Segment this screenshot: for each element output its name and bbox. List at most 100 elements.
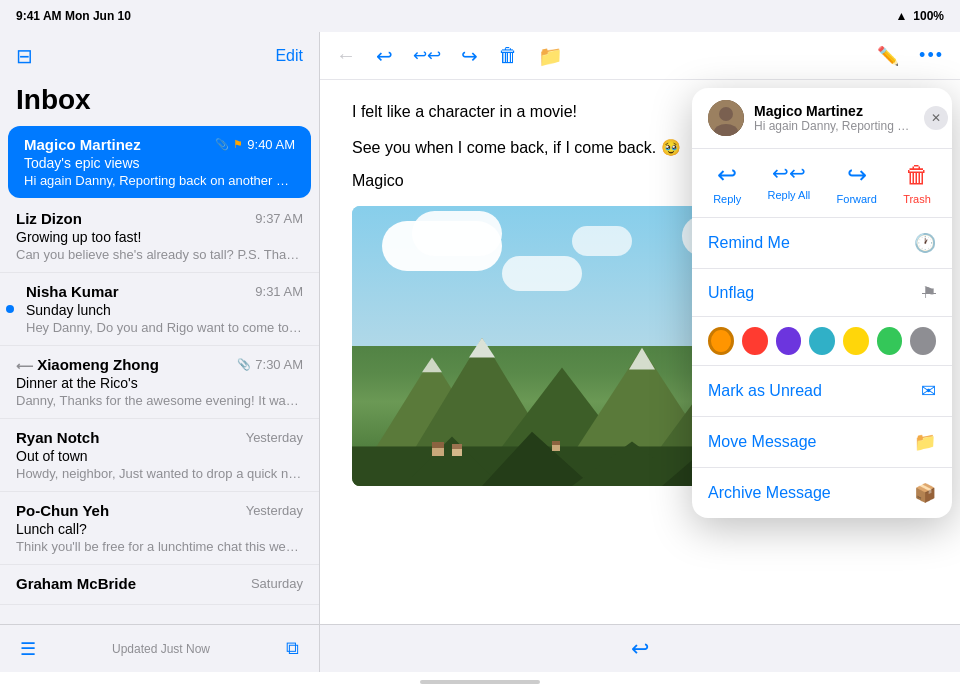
email-time: 9:37 AM	[255, 211, 303, 226]
reply-all-icon[interactable]: ↩↩	[413, 45, 441, 66]
status-time: 9:41 AM Mon Jun 10	[16, 9, 131, 23]
reply-button-label: Reply	[713, 193, 741, 205]
email-preview: Think you'll be free for a lunchtime cha…	[16, 539, 303, 554]
email-time: Saturday	[251, 576, 303, 591]
context-menu: Magico Martinez Hi again Danny, Reportin…	[692, 88, 952, 518]
reply-button[interactable]: ↩ Reply	[713, 161, 741, 205]
svg-marker-13	[629, 348, 655, 370]
svg-point-15	[719, 107, 733, 121]
archive-icon: 📦	[914, 482, 936, 504]
sidebar-toggle-button[interactable]: ⊟	[16, 44, 33, 68]
email-preview: Can you believe she's already so tall? P…	[16, 247, 303, 262]
email-preview: Howdy, neighbor, Just wanted to drop a q…	[16, 466, 303, 481]
attachment-icon: 📎	[215, 138, 229, 151]
forward-button-label: Forward	[837, 193, 877, 205]
home-bar	[420, 680, 540, 684]
compose-icon[interactable]: ✏️	[877, 45, 899, 67]
avatar	[708, 100, 744, 136]
color-orange[interactable]	[708, 327, 734, 355]
remind-me-item[interactable]: Remind Me 🕐	[692, 218, 952, 269]
svg-marker-12	[469, 338, 495, 358]
email-meta: 9:31 AM	[255, 284, 303, 299]
color-red[interactable]	[742, 327, 768, 355]
sidebar-footer: ☰ Updated Just Now ⧉	[0, 624, 319, 672]
email-list: Magico Martinez 📎 ⚑ 9:40 AM Today's epic…	[0, 124, 319, 624]
status-bar: 9:41 AM Mon Jun 10 ▲ 100%	[0, 0, 960, 32]
envelope-icon: ✉	[921, 380, 936, 402]
inbox-title: Inbox	[0, 80, 319, 124]
unflag-icon: ⚑	[922, 283, 936, 302]
email-sender: Po-Chun Yeh	[16, 502, 109, 519]
archive-message-label: Archive Message	[708, 484, 831, 502]
toolbar-right: ✏️ •••	[877, 45, 944, 67]
color-yellow[interactable]	[843, 327, 869, 355]
email-sender: Liz Dizon	[16, 210, 82, 227]
email-sender: Magico Martinez	[24, 136, 141, 153]
trash-icon[interactable]: 🗑	[498, 44, 518, 67]
email-sender: Ryan Notch	[16, 429, 99, 446]
archive-message-item[interactable]: Archive Message 📦	[692, 468, 952, 518]
context-menu-close-button[interactable]: ✕	[924, 106, 948, 130]
email-time: Yesterday	[246, 503, 303, 518]
email-time: 9:40 AM	[247, 137, 295, 152]
color-gray[interactable]	[910, 327, 936, 355]
trash-button-label: Trash	[903, 193, 931, 205]
mark-unread-item[interactable]: Mark as Unread ✉	[692, 366, 952, 417]
clock-icon: 🕐	[914, 232, 936, 254]
unflag-item[interactable]: Unflag ⚑	[692, 269, 952, 317]
action-buttons-row: ↩ Reply ↩↩ Reply All ↪ Forward 🗑 Trash	[692, 149, 952, 218]
email-meta: 9:37 AM	[255, 211, 303, 226]
trash-button[interactable]: 🗑 Trash	[903, 161, 931, 205]
email-preview: Hey Danny, Do you and Rigo want to come …	[16, 320, 303, 335]
remind-me-label: Remind Me	[708, 234, 790, 252]
home-indicator	[0, 672, 960, 692]
reply-all-button-label: Reply All	[768, 189, 811, 201]
email-item[interactable]: Nisha Kumar 9:31 AM Sunday lunch Hey Dan…	[0, 273, 319, 346]
email-item[interactable]: Ryan Notch Yesterday Out of town Howdy, …	[0, 419, 319, 492]
reply-icon[interactable]: ↩	[376, 44, 393, 68]
compose-button[interactable]: ⧉	[286, 638, 299, 659]
back-icon[interactable]: ←	[336, 44, 356, 67]
email-view: ← ↩ ↩↩ ↪ 🗑 📁 ✏️ ••• I felt like a charac…	[320, 32, 960, 672]
email-time: 7:30 AM	[255, 357, 303, 372]
email-subject: Dinner at the Rico's	[16, 375, 303, 391]
email-item[interactable]: ⟵ Xiaomeng Zhong 📎 7:30 AM Dinner at the…	[0, 346, 319, 419]
email-meta: 📎 ⚑ 9:40 AM	[215, 137, 295, 152]
more-icon[interactable]: •••	[919, 45, 944, 66]
email-item[interactable]: Po-Chun Yeh Yesterday Lunch call? Think …	[0, 492, 319, 565]
email-sender: ⟵ Xiaomeng Zhong	[16, 356, 159, 373]
forward-button-icon: ↪	[847, 161, 867, 189]
sidebar-toolbar: ⊟ Edit	[0, 32, 319, 80]
svg-marker-11	[422, 358, 442, 373]
attachment-icon: 📎	[237, 358, 251, 371]
email-time: 9:31 AM	[255, 284, 303, 299]
forward-icon[interactable]: ↪	[461, 44, 478, 68]
bottom-bar: ↩	[320, 624, 960, 672]
email-item[interactable]: Liz Dizon 9:37 AM Growing up too fast! C…	[0, 200, 319, 273]
footer-status: Updated Just Now	[36, 642, 286, 656]
color-purple[interactable]	[776, 327, 802, 355]
email-preview: Hi again Danny, Reporting back on anothe…	[24, 173, 295, 188]
context-menu-header: Magico Martinez Hi again Danny, Reportin…	[692, 88, 952, 149]
bottom-reply-icon[interactable]: ↩	[631, 636, 649, 662]
status-right: ▲ 100%	[895, 9, 944, 23]
move-message-item[interactable]: Move Message 📁	[692, 417, 952, 468]
color-green[interactable]	[877, 327, 903, 355]
folder-icon[interactable]: 📁	[538, 44, 563, 68]
email-item[interactable]: Magico Martinez 📎 ⚑ 9:40 AM Today's epic…	[8, 126, 311, 198]
color-teal[interactable]	[809, 327, 835, 355]
forward-button[interactable]: ↪ Forward	[837, 161, 877, 205]
trash-button-icon: 🗑	[905, 161, 929, 189]
email-item[interactable]: Graham McBride Saturday	[0, 565, 319, 605]
email-view-toolbar: ← ↩ ↩↩ ↪ 🗑 📁 ✏️ •••	[320, 32, 960, 80]
email-subject: Lunch call?	[16, 521, 303, 537]
sidebar: ⊟ Edit Inbox Magico Martinez 📎 ⚑ 9:40 AM	[0, 32, 320, 672]
unread-indicator	[6, 305, 14, 313]
flag-icon: ⚑	[233, 138, 243, 151]
edit-button[interactable]: Edit	[275, 47, 303, 65]
email-meta: 📎 7:30 AM	[237, 357, 303, 372]
battery-icon: 100%	[913, 9, 944, 23]
filter-button[interactable]: ☰	[20, 638, 36, 660]
reply-all-button[interactable]: ↩↩ Reply All	[768, 161, 811, 205]
wifi-icon: ▲	[895, 9, 907, 23]
